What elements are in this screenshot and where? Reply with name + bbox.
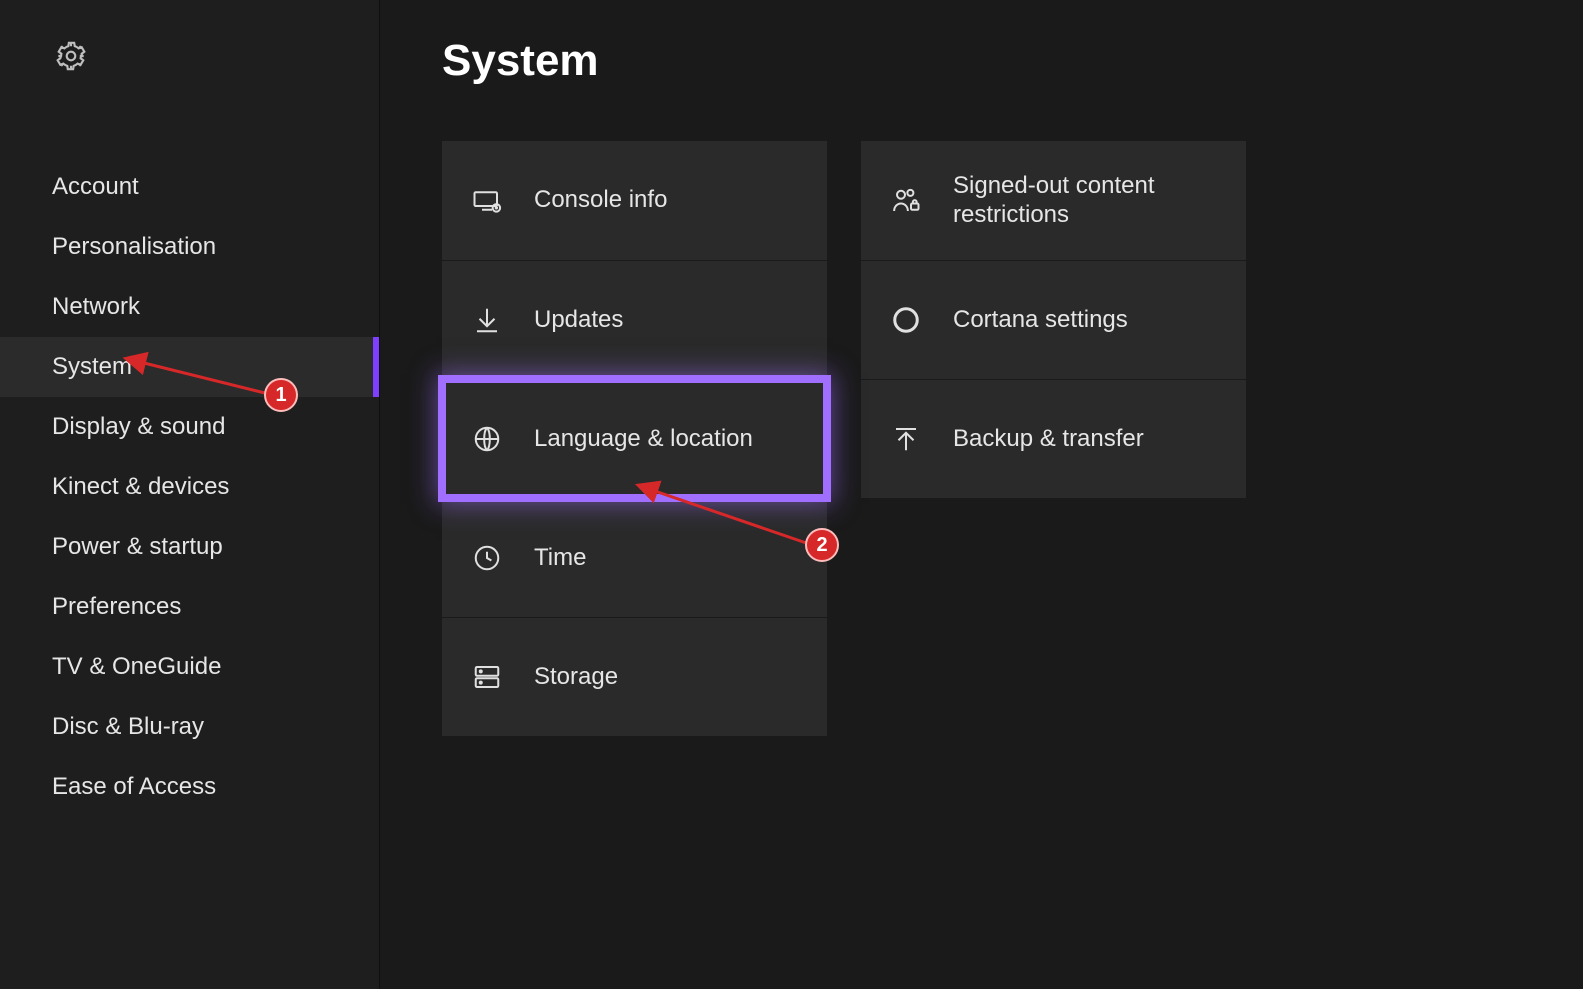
sidebar-item-disc-bluray[interactable]: Disc & Blu-ray <box>0 697 379 757</box>
tile-time[interactable]: Time <box>442 498 827 617</box>
sidebar-item-label: Personalisation <box>52 233 216 261</box>
gear-icon[interactable] <box>55 59 87 76</box>
sidebar-item-label: Ease of Access <box>52 773 216 801</box>
tile-cortana-settings[interactable]: Cortana settings <box>861 260 1246 379</box>
tile-signed-out-restrictions[interactable]: Signed-out content restrictions <box>861 141 1246 260</box>
sidebar-item-label: Network <box>52 293 140 321</box>
sidebar-item-preferences[interactable]: Preferences <box>0 577 379 637</box>
people-lock-icon <box>889 184 923 218</box>
sidebar-item-label: Preferences <box>52 593 181 621</box>
tile-label: Time <box>534 544 586 573</box>
tile-column-right: Signed-out content restrictions Cortana … <box>861 141 1246 736</box>
sidebar-item-tv-oneguide[interactable]: TV & OneGuide <box>0 637 379 697</box>
sidebar-item-label: Disc & Blu-ray <box>52 713 204 741</box>
clock-icon <box>470 541 504 575</box>
sidebar-item-label: TV & OneGuide <box>52 653 221 681</box>
tile-label: Language & location <box>534 425 753 454</box>
sidebar-nav: Account Personalisation Network System D… <box>0 157 379 817</box>
sidebar-header <box>0 40 379 77</box>
tile-grid: Console info Updates <box>442 141 1521 736</box>
tile-storage[interactable]: Storage <box>442 617 827 736</box>
tile-column-left: Console info Updates <box>442 141 827 736</box>
main-content: System Console info <box>380 0 1583 989</box>
tile-backup-transfer[interactable]: Backup & transfer <box>861 379 1246 498</box>
storage-icon <box>470 660 504 694</box>
tile-label: Updates <box>534 306 623 335</box>
sidebar-item-display-sound[interactable]: Display & sound <box>0 397 379 457</box>
globe-icon <box>470 422 504 456</box>
tile-console-info[interactable]: Console info <box>442 141 827 260</box>
upload-icon <box>889 422 923 456</box>
tile-label: Backup & transfer <box>953 425 1144 454</box>
app-root: Account Personalisation Network System D… <box>0 0 1583 989</box>
download-icon <box>470 303 504 337</box>
sidebar-item-label: Power & startup <box>52 533 223 561</box>
sidebar-item-system[interactable]: System <box>0 337 379 397</box>
sidebar-item-ease-of-access[interactable]: Ease of Access <box>0 757 379 817</box>
sidebar-item-power-startup[interactable]: Power & startup <box>0 517 379 577</box>
sidebar-item-account[interactable]: Account <box>0 157 379 217</box>
sidebar-item-label: Kinect & devices <box>52 473 229 501</box>
sidebar-item-personalisation[interactable]: Personalisation <box>0 217 379 277</box>
sidebar-item-kinect-devices[interactable]: Kinect & devices <box>0 457 379 517</box>
sidebar-item-label: Display & sound <box>52 413 225 441</box>
tile-updates[interactable]: Updates <box>442 260 827 379</box>
circle-icon <box>889 303 923 337</box>
sidebar-item-label: Account <box>52 173 139 201</box>
console-info-icon <box>470 184 504 218</box>
tile-label: Signed-out content restrictions <box>953 172 1223 230</box>
tile-label: Cortana settings <box>953 306 1128 335</box>
tile-language-location[interactable]: Language & location <box>442 379 827 498</box>
tile-label: Storage <box>534 663 618 692</box>
sidebar-item-network[interactable]: Network <box>0 277 379 337</box>
page-title: System <box>442 36 1521 86</box>
sidebar-item-label: System <box>52 353 132 381</box>
tile-label: Console info <box>534 186 667 215</box>
sidebar: Account Personalisation Network System D… <box>0 0 380 989</box>
